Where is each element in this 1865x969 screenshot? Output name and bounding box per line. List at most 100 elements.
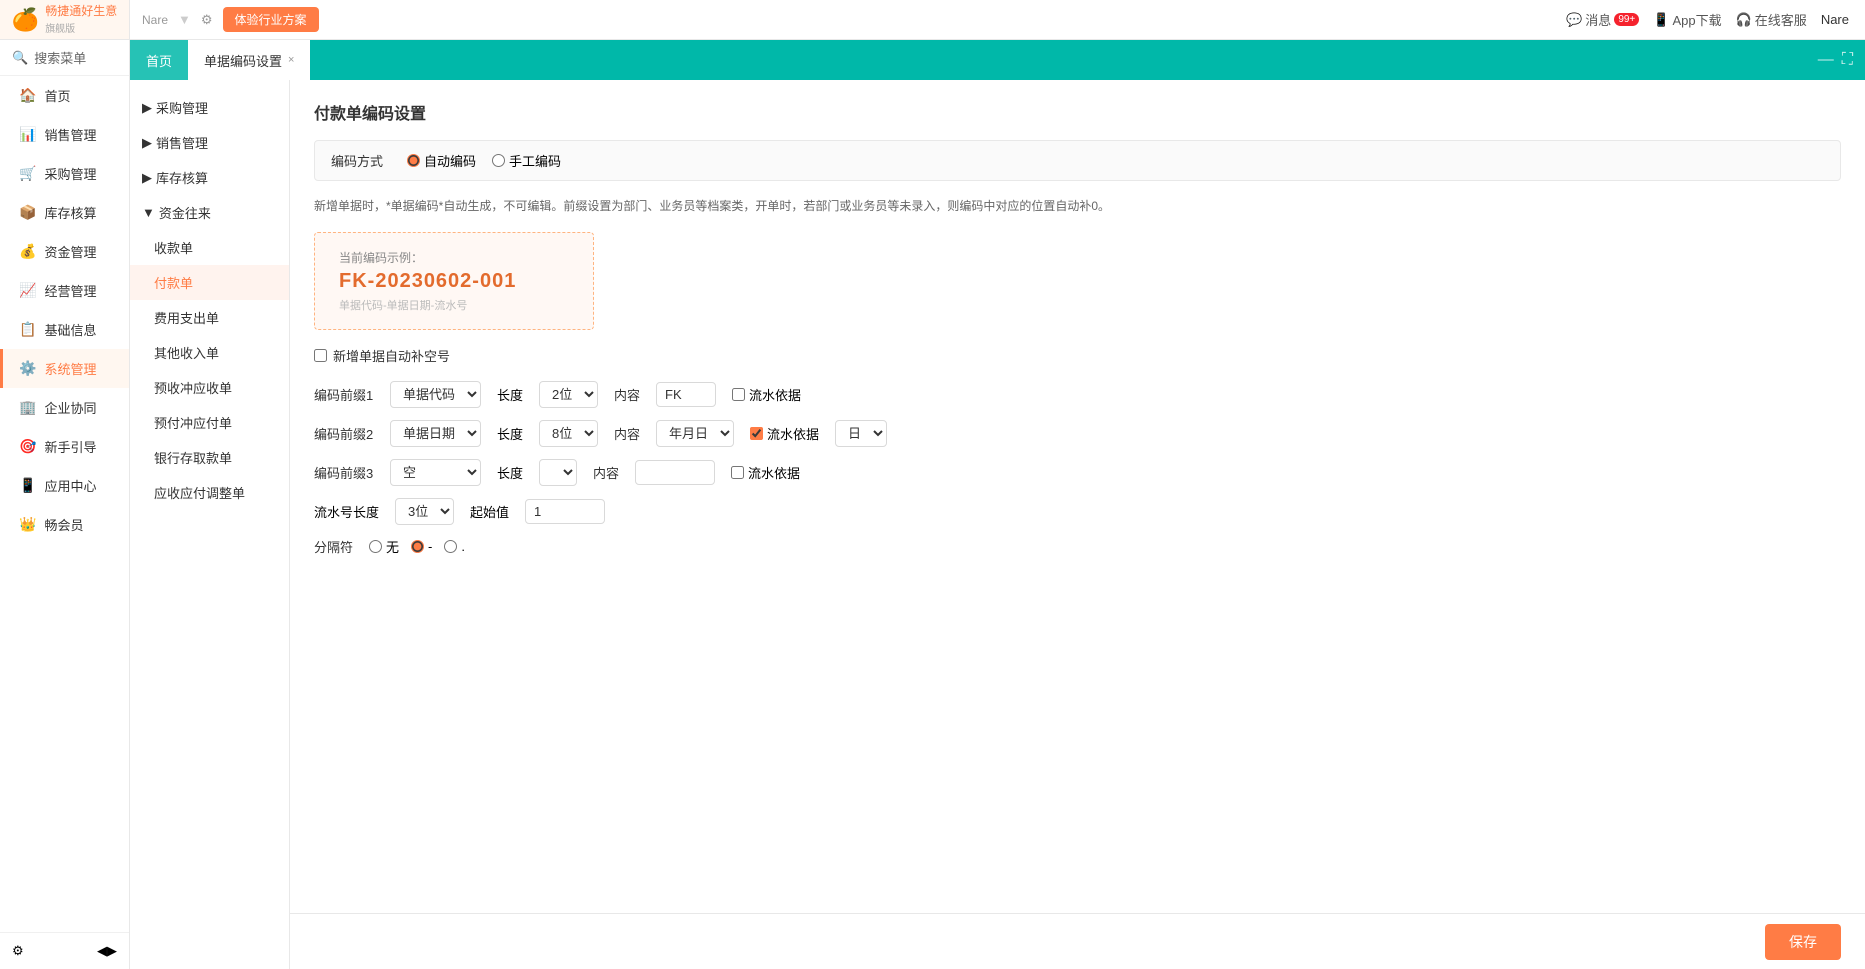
prefix2-length-select[interactable]: 8位 6位 4位 xyxy=(539,420,598,447)
search-icon: 🔍 xyxy=(12,50,28,66)
guide-icon: 🎯 xyxy=(19,438,36,455)
sidebar-item-vip[interactable]: 👑 畅会员 xyxy=(0,505,129,544)
app-edition: 旗舰版 xyxy=(45,20,117,35)
workspace-name: Nare xyxy=(142,13,168,27)
prefix3-serial-checkbox[interactable] xyxy=(731,466,744,479)
prefix1-label: 编码前缀1 xyxy=(314,385,374,404)
prefix3-length-select[interactable] xyxy=(539,459,577,486)
coding-method-label: 编码方式 xyxy=(331,151,383,170)
prefix3-select[interactable]: 空 单据代码 单据日期 xyxy=(390,459,481,486)
sep-none-radio[interactable] xyxy=(369,540,382,553)
sub-item-other-income[interactable]: 其他收入单 xyxy=(130,335,289,370)
sidebar-item-operations[interactable]: 📈 经营管理 xyxy=(0,271,129,310)
prefix3-length-label: 长度 xyxy=(497,463,523,482)
prefix1-select[interactable]: 单据代码 单据日期 空 xyxy=(390,381,481,408)
left-sidebar: 🔍 搜索菜单 🏠 首页 📊 销售管理 🛒 采购管理 📦 库存核算 💰 资金管理 … xyxy=(0,40,130,969)
sep-none-option[interactable]: 无 xyxy=(369,537,399,556)
settings-icon[interactable]: ⚙ xyxy=(201,12,213,28)
manual-coding-radio[interactable] xyxy=(492,154,505,167)
start-value-input[interactable] xyxy=(525,499,605,524)
sidebar-item-guide[interactable]: 🎯 新手引导 xyxy=(0,427,129,466)
sidebar-item-finance[interactable]: 💰 资金管理 xyxy=(0,232,129,271)
sidebar-item-home[interactable]: 🏠 首页 xyxy=(0,76,129,115)
maximize-icon[interactable]: ⛶ xyxy=(1842,51,1853,69)
sub-item-receipt[interactable]: 收款单 xyxy=(130,230,289,265)
sub-item-bank-deposit[interactable]: 银行存取款单 xyxy=(130,440,289,475)
sidebar-item-apps[interactable]: 📱 应用中心 xyxy=(0,466,129,505)
auto-fill-row: 新增单据自动补空号 xyxy=(314,346,1841,365)
messages-btn[interactable]: 💬 消息 99+ xyxy=(1566,10,1639,29)
separator-label: 分隔符 xyxy=(314,537,353,556)
sub-group-capital[interactable]: ▼ 资金往来 xyxy=(130,195,289,230)
prefix2-select[interactable]: 单据日期 单据代码 空 xyxy=(390,420,481,447)
prefix2-serial-checkbox[interactable] xyxy=(750,427,763,440)
serial-length-row: 流水号长度 3位 4位 5位 6位 起始值 xyxy=(314,498,1841,525)
prefix3-serial-check: 流水依据 xyxy=(731,463,800,482)
sidebar-item-inventory[interactable]: 📦 库存核算 xyxy=(0,193,129,232)
start-value-label: 起始值 xyxy=(470,502,509,521)
sub-group-sales[interactable]: ▶ 销售管理 xyxy=(130,125,289,160)
auto-fill-checkbox[interactable] xyxy=(314,349,327,362)
coding-method-radio-group: 自动编码 手工编码 xyxy=(407,151,561,170)
prefix2-serial-unit-select[interactable]: 日 月 年 xyxy=(835,420,887,447)
sidebar-item-purchase[interactable]: 🛒 采购管理 xyxy=(0,154,129,193)
sub-item-expense[interactable]: 费用支出单 xyxy=(130,300,289,335)
tab-close-icon[interactable]: × xyxy=(288,54,294,66)
tab-coding-settings[interactable]: 单据编码设置 × xyxy=(188,40,310,80)
sub-group-stock[interactable]: ▶ 库存核算 xyxy=(130,160,289,195)
auto-coding-option[interactable]: 自动编码 xyxy=(407,151,476,170)
top-bar-middle: Nare ▼ ⚙ 体验行业方案 xyxy=(130,0,1550,39)
system-icon: ⚙️ xyxy=(19,360,36,377)
info-text: 新增单据时，*单据编码*自动生成，不可编辑。前缀设置为部门、业务员等档案类，开单… xyxy=(314,197,1841,216)
minimize-icon[interactable]: — xyxy=(1818,51,1834,69)
prefix3-content-label: 内容 xyxy=(593,463,619,482)
sep-dot-radio[interactable] xyxy=(444,540,457,553)
sidebar-item-system[interactable]: ⚙️ 系统管理 xyxy=(0,349,129,388)
auto-coding-radio[interactable] xyxy=(407,154,420,167)
settings-bottom-icon[interactable]: ⚙ xyxy=(12,943,24,959)
sub-item-reconcile[interactable]: 应收应付调整单 xyxy=(130,475,289,510)
prefix1-serial-check: 流水依据 xyxy=(732,385,801,404)
manual-coding-option[interactable]: 手工编码 xyxy=(492,151,561,170)
prefix1-content-label: 内容 xyxy=(614,385,640,404)
sub-item-prepay-pay[interactable]: 预付冲应付单 xyxy=(130,405,289,440)
sub-item-prepay-receive[interactable]: 预收冲应收单 xyxy=(130,370,289,405)
sub-sidebar: ▶ 采购管理 ▶ 销售管理 ▶ 库存核算 ▼ 资金往来 收款单 xyxy=(130,80,290,969)
sep-dash-radio[interactable] xyxy=(411,540,424,553)
code-preview-box: 当前编码示例： FK-20230602-001 单据代码-单据日期-流水号 xyxy=(314,232,594,330)
separator-radio-group: 无 - . xyxy=(369,537,465,556)
collapse-icon[interactable]: ◀▶ xyxy=(97,943,117,959)
apps-icon: 📱 xyxy=(19,477,36,494)
sub-item-payment[interactable]: 付款单 xyxy=(130,265,289,300)
serial-length-select[interactable]: 3位 4位 5位 6位 xyxy=(395,498,454,525)
prefix3-label: 编码前缀3 xyxy=(314,463,374,482)
prefix3-content-input[interactable] xyxy=(635,460,715,485)
sep-dot-option[interactable]: . xyxy=(444,539,465,554)
prefix1-serial-checkbox[interactable] xyxy=(732,388,745,401)
content-wrapper: ▶ 采购管理 ▶ 销售管理 ▶ 库存核算 ▼ 资金往来 收款单 xyxy=(130,80,1865,969)
app-download-btn[interactable]: 📱 App下载 xyxy=(1653,10,1721,29)
bottom-bar: 保存 xyxy=(290,913,1865,969)
save-button[interactable]: 保存 xyxy=(1765,924,1841,960)
sidebar-item-sales[interactable]: 📊 销售管理 xyxy=(0,115,129,154)
code-preview-sub: 单据代码-单据日期-流水号 xyxy=(339,297,569,313)
search-menu[interactable]: 🔍 搜索菜单 xyxy=(0,40,129,76)
sidebar-item-enterprise[interactable]: 🏢 企业协同 xyxy=(0,388,129,427)
prefix2-content-select[interactable]: 年月日 年月 年 xyxy=(656,420,734,447)
vip-icon: 👑 xyxy=(19,516,36,533)
sidebar-item-basic[interactable]: 📋 基础信息 xyxy=(0,310,129,349)
message-icon: 💬 xyxy=(1566,12,1582,28)
sub-group-purchase[interactable]: ▶ 采购管理 xyxy=(130,90,289,125)
coding-method-row: 编码方式 自动编码 手工编码 xyxy=(314,140,1841,181)
user-avatar[interactable]: Nare xyxy=(1821,12,1849,27)
prefix1-length-select[interactable]: 2位 3位 4位 xyxy=(539,381,598,408)
form-content: 付款单编码设置 编码方式 自动编码 手工编码 xyxy=(290,80,1865,913)
prefix3-row: 编码前缀3 空 单据代码 单据日期 长度 内容 xyxy=(314,459,1841,486)
sep-dash-option[interactable]: - xyxy=(411,539,432,554)
tab-home[interactable]: 首页 xyxy=(130,40,188,80)
online-support-btn[interactable]: 🎧 在线客服 xyxy=(1736,10,1807,29)
main-layout: 🔍 搜索菜单 🏠 首页 📊 销售管理 🛒 采购管理 📦 库存核算 💰 资金管理 … xyxy=(0,40,1865,969)
prefix1-content-input[interactable] xyxy=(656,382,716,407)
trial-btn[interactable]: 体验行业方案 xyxy=(223,7,319,32)
serial-length-label: 流水号长度 xyxy=(314,502,379,521)
